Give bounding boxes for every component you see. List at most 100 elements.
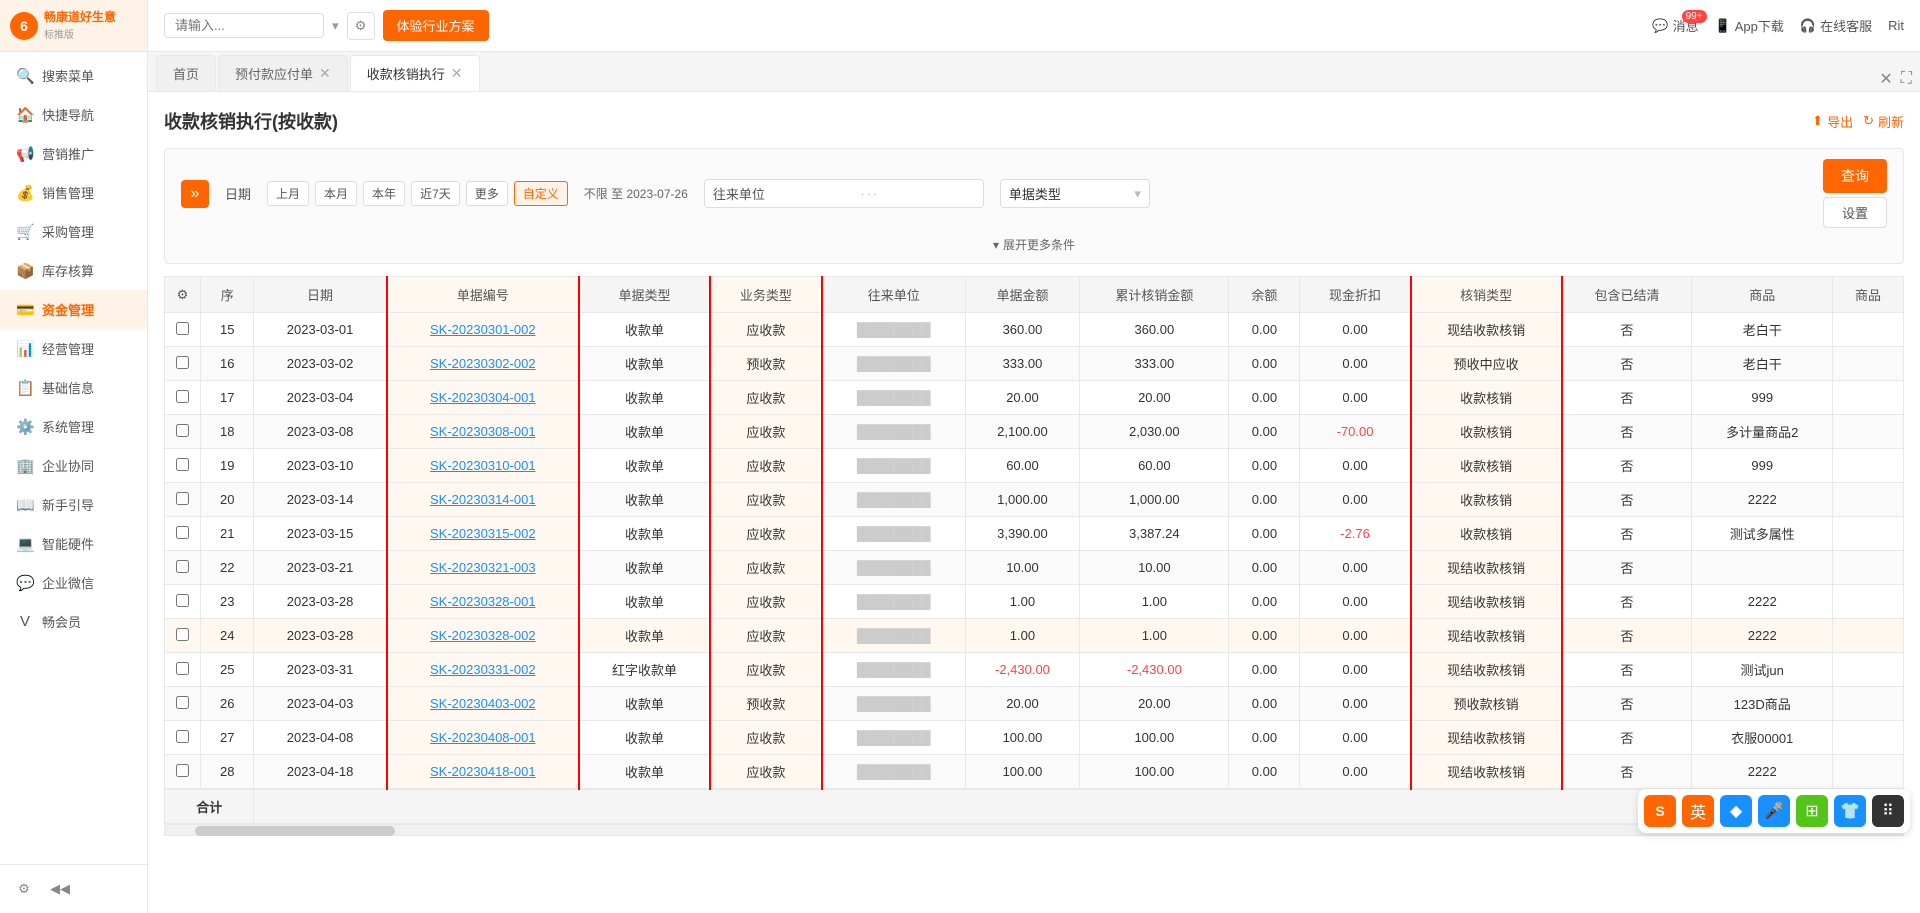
table-row[interactable]: 19 2023-03-10 SK-20230310-001 收款单 应收款 ██… — [165, 449, 1904, 483]
user-avatar[interactable]: Rit — [1888, 18, 1904, 33]
tab-close-prepay[interactable]: ✕ — [319, 65, 331, 82]
col-settings[interactable]: ⚙ — [165, 277, 201, 313]
close-tab-btn[interactable]: ✕ — [1879, 69, 1892, 89]
cell-voucher-no[interactable]: SK-20230301-002 — [387, 313, 579, 347]
sidebar-item-wechat[interactable]: 💬企业微信 — [0, 563, 147, 602]
voucher-link[interactable]: SK-20230315-002 — [430, 526, 536, 541]
voucher-link[interactable]: SK-20230302-002 — [430, 356, 536, 371]
tab-home[interactable]: 首页 — [156, 55, 216, 91]
cell-checkbox[interactable] — [165, 483, 201, 517]
voucher-link[interactable]: SK-20230403-002 — [430, 696, 536, 711]
date-btn-上月[interactable]: 上月 — [267, 181, 309, 206]
cell-checkbox[interactable] — [165, 653, 201, 687]
query-btn[interactable]: 查询 — [1823, 159, 1887, 193]
breadcrumb-input[interactable] — [164, 13, 324, 38]
voucher-link[interactable]: SK-20230310-001 — [430, 458, 536, 473]
online-service-btn[interactable]: 🎧 在线客服 — [1800, 16, 1872, 35]
date-btn-本年[interactable]: 本年 — [363, 181, 405, 206]
row-checkbox[interactable] — [176, 356, 189, 369]
date-btn-更多[interactable]: 更多 — [466, 181, 508, 206]
table-row[interactable]: 21 2023-03-15 SK-20230315-002 收款单 应收款 ██… — [165, 517, 1904, 551]
voucher-type-filter[interactable]: 单据类型 ▾ — [1000, 179, 1150, 208]
cell-voucher-no[interactable]: SK-20230328-002 — [387, 619, 579, 653]
cell-checkbox[interactable] — [165, 415, 201, 449]
voucher-link[interactable]: SK-20230418-001 — [430, 764, 536, 779]
table-row[interactable]: 22 2023-03-21 SK-20230321-003 收款单 应收款 ██… — [165, 551, 1904, 585]
cell-checkbox[interactable] — [165, 347, 201, 381]
voucher-link[interactable]: SK-20230308-001 — [430, 424, 536, 439]
table-row[interactable]: 17 2023-03-04 SK-20230304-001 收款单 应收款 ██… — [165, 381, 1904, 415]
sidebar-item-sales[interactable]: 💰销售管理 — [0, 173, 147, 212]
cell-voucher-no[interactable]: SK-20230310-001 — [387, 449, 579, 483]
sidebar-item-hardware[interactable]: 💻智能硬件 — [0, 524, 147, 563]
table-row[interactable]: 23 2023-03-28 SK-20230328-001 收款单 应收款 ██… — [165, 585, 1904, 619]
sidebar-item-system[interactable]: ⚙️系统管理 — [0, 407, 147, 446]
cell-checkbox[interactable] — [165, 755, 201, 790]
table-row[interactable]: 18 2023-03-08 SK-20230308-001 收款单 应收款 ██… — [165, 415, 1904, 449]
set-btn[interactable]: 设置 — [1823, 197, 1887, 228]
row-checkbox[interactable] — [176, 390, 189, 403]
row-checkbox[interactable] — [176, 594, 189, 607]
export-btn[interactable]: ⬆ 导出 — [1812, 112, 1853, 131]
scroll-thumb[interactable] — [195, 826, 395, 836]
message-btn[interactable]: 💬 消息 99+ — [1652, 16, 1698, 35]
cell-voucher-no[interactable]: SK-20230304-001 — [387, 381, 579, 415]
cell-checkbox[interactable] — [165, 721, 201, 755]
float-english-btn[interactable]: 英 — [1682, 795, 1714, 827]
tab-close-receipt[interactable]: ✕ — [451, 65, 463, 82]
filter-expand-btn[interactable]: » — [181, 180, 209, 208]
tab-prepay[interactable]: 预付款应付单✕ — [218, 55, 348, 91]
row-checkbox[interactable] — [176, 560, 189, 573]
voucher-link[interactable]: SK-20230304-001 — [430, 390, 536, 405]
table-row[interactable]: 28 2023-04-18 SK-20230418-001 收款单 应收款 ██… — [165, 755, 1904, 790]
table-row[interactable]: 20 2023-03-14 SK-20230314-001 收款单 应收款 ██… — [165, 483, 1904, 517]
settings-bottom-btn[interactable]: ⚙ — [10, 875, 38, 903]
cell-checkbox[interactable] — [165, 449, 201, 483]
cell-voucher-no[interactable]: SK-20230308-001 — [387, 415, 579, 449]
table-row[interactable]: 26 2023-04-03 SK-20230403-002 收款单 预收款 ██… — [165, 687, 1904, 721]
float-mic-btn[interactable]: 🎤 — [1758, 795, 1790, 827]
cell-voucher-no[interactable]: SK-20230321-003 — [387, 551, 579, 585]
sidebar-item-search[interactable]: 🔍搜索菜单 — [0, 56, 147, 95]
sidebar-item-marketing[interactable]: 📢营销推广 — [0, 134, 147, 173]
table-row[interactable]: 24 2023-03-28 SK-20230328-002 收款单 应收款 ██… — [165, 619, 1904, 653]
s-logo[interactable]: S — [1644, 795, 1676, 827]
cell-voucher-no[interactable]: SK-20230331-002 — [387, 653, 579, 687]
table-row[interactable]: 27 2023-04-08 SK-20230408-001 收款单 应收款 ██… — [165, 721, 1904, 755]
cell-voucher-no[interactable]: SK-20230403-002 — [387, 687, 579, 721]
voucher-link[interactable]: SK-20230314-001 — [430, 492, 536, 507]
row-checkbox[interactable] — [176, 764, 189, 777]
partner-filter[interactable]: 往来单位 ··· — [704, 179, 984, 208]
float-grid-btn[interactable]: ⊞ — [1796, 795, 1828, 827]
row-checkbox[interactable] — [176, 458, 189, 471]
voucher-link[interactable]: SK-20230321-003 — [430, 560, 536, 575]
cell-voucher-no[interactable]: SK-20230408-001 — [387, 721, 579, 755]
table-row[interactable]: 16 2023-03-02 SK-20230302-002 收款单 预收款 ██… — [165, 347, 1904, 381]
solution-btn[interactable]: 体验行业方案 — [383, 10, 489, 41]
cell-voucher-no[interactable]: SK-20230418-001 — [387, 755, 579, 790]
row-checkbox[interactable] — [176, 662, 189, 675]
sidebar-item-member[interactable]: V畅会员 — [0, 602, 147, 641]
cell-voucher-no[interactable]: SK-20230314-001 — [387, 483, 579, 517]
cell-checkbox[interactable] — [165, 619, 201, 653]
row-checkbox[interactable] — [176, 424, 189, 437]
cell-voucher-no[interactable]: SK-20230315-002 — [387, 517, 579, 551]
sidebar-item-guide[interactable]: 📖新手引导 — [0, 485, 147, 524]
float-diamond-btn[interactable]: ◆ — [1720, 795, 1752, 827]
cell-checkbox[interactable] — [165, 381, 201, 415]
sidebar-item-operation[interactable]: 📊经营管理 — [0, 329, 147, 368]
sidebar-item-finance[interactable]: 💳资金管理 — [0, 290, 147, 329]
maximize-tab-btn[interactable]: ⛶ — [1901, 70, 1912, 88]
cell-checkbox[interactable] — [165, 551, 201, 585]
sidebar-item-purchase[interactable]: 🛒采购管理 — [0, 212, 147, 251]
collapse-btn[interactable]: ◀◀ — [46, 875, 74, 903]
table-row[interactable]: 25 2023-03-31 SK-20230331-002 红字收款单 应收款 … — [165, 653, 1904, 687]
voucher-link[interactable]: SK-20230301-002 — [430, 322, 536, 337]
voucher-link[interactable]: SK-20230408-001 — [430, 730, 536, 745]
row-checkbox[interactable] — [176, 730, 189, 743]
settings-gear-btn[interactable]: ⚙ — [347, 12, 375, 40]
row-checkbox[interactable] — [176, 526, 189, 539]
tab-receipt[interactable]: 收款核销执行✕ — [350, 55, 480, 91]
date-custom-btn[interactable]: 自定义 — [514, 181, 568, 206]
voucher-link[interactable]: SK-20230328-001 — [430, 594, 536, 609]
